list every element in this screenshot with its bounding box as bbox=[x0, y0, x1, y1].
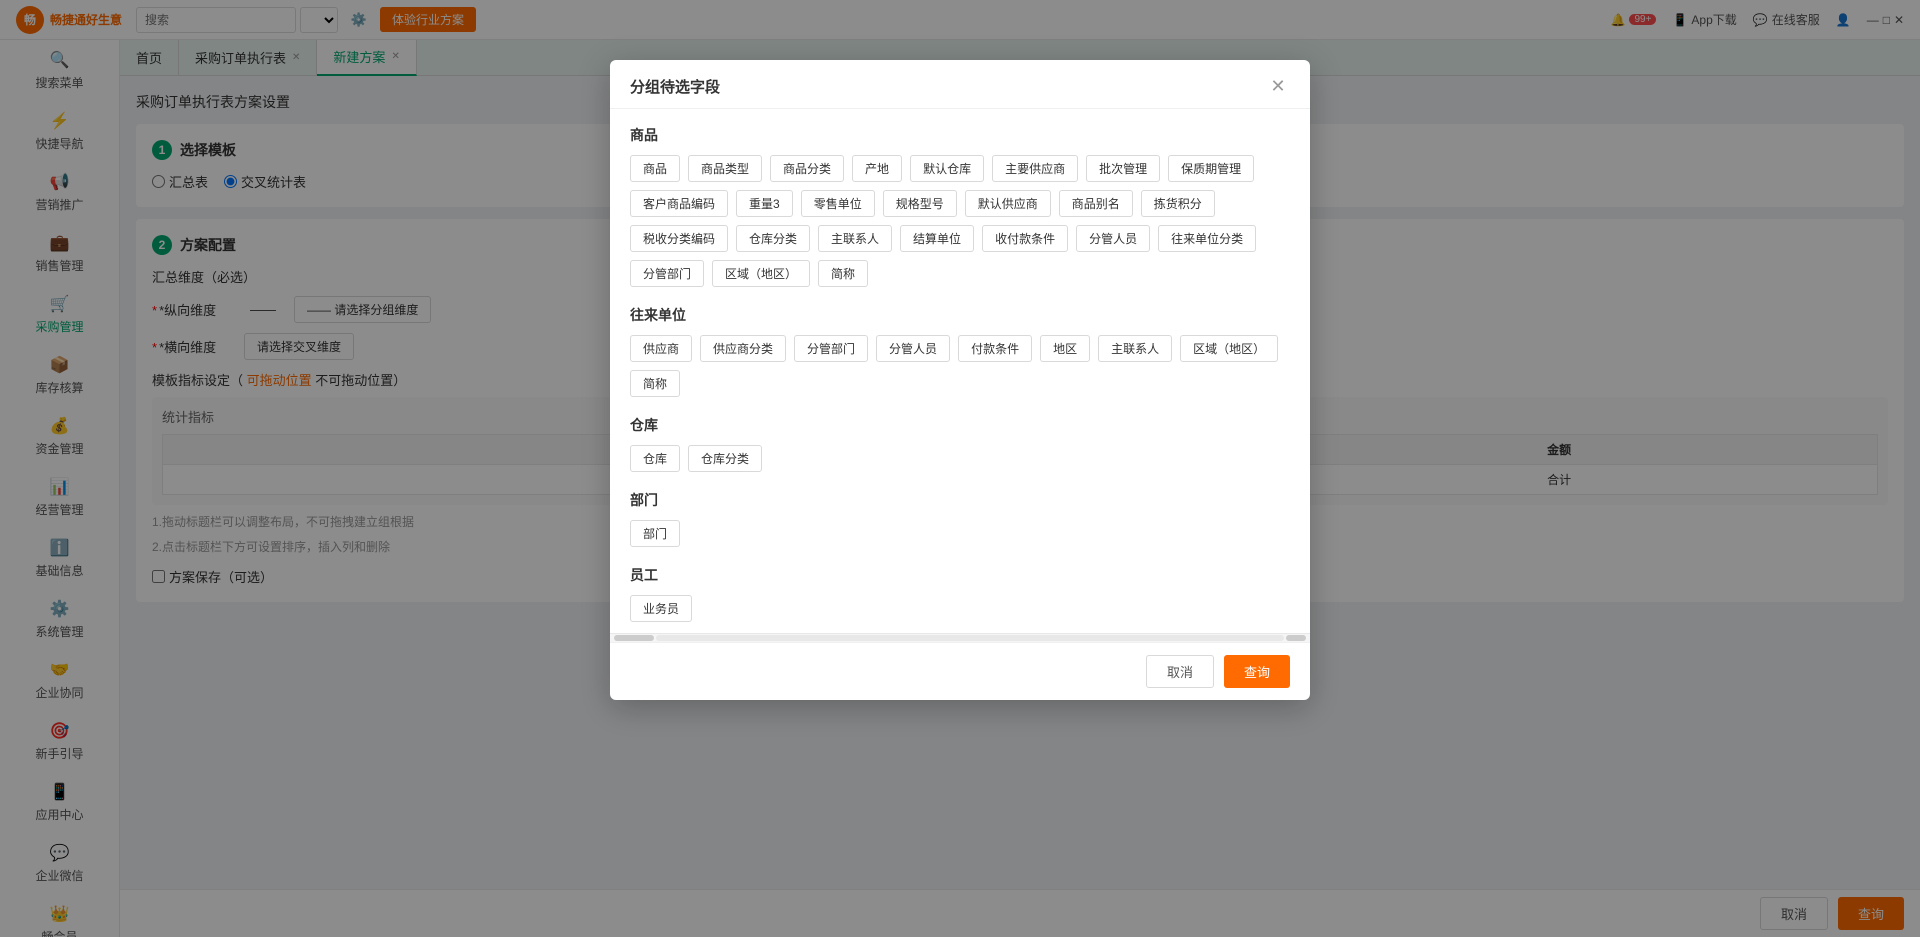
field-shelf-life[interactable]: 保质期管理 bbox=[1168, 155, 1254, 182]
section-warehouse: 仓库 仓库 仓库分类 bbox=[630, 415, 1290, 472]
field-partner-region[interactable]: 区域（地区） bbox=[1180, 335, 1278, 362]
field-goods-alias[interactable]: 商品别名 bbox=[1059, 190, 1133, 217]
section-warehouse-fields: 仓库 仓库分类 bbox=[630, 445, 1290, 472]
field-supplier-cat[interactable]: 供应商分类 bbox=[700, 335, 786, 362]
field-goods[interactable]: 商品 bbox=[630, 155, 680, 182]
dialog-hscroll[interactable] bbox=[610, 633, 1310, 642]
field-settlement-unit[interactable]: 结算单位 bbox=[900, 225, 974, 252]
field-partner-cat[interactable]: 往来单位分类 bbox=[1158, 225, 1256, 252]
section-partner-title: 往来单位 bbox=[630, 305, 1290, 325]
field-warehouse-type[interactable]: 仓库分类 bbox=[688, 445, 762, 472]
confirm-button[interactable]: 查询 bbox=[1224, 655, 1290, 688]
field-area[interactable]: 地区 bbox=[1040, 335, 1090, 362]
cancel-button[interactable]: 取消 bbox=[1146, 655, 1214, 688]
field-dept[interactable]: 分管部门 bbox=[630, 260, 704, 287]
section-dept-fields: 部门 bbox=[630, 520, 1290, 547]
dialog-title: 分组待选字段 bbox=[630, 76, 720, 97]
section-dept: 部门 部门 bbox=[630, 490, 1290, 547]
field-goods-category[interactable]: 商品分类 bbox=[770, 155, 844, 182]
field-short-name[interactable]: 简称 bbox=[818, 260, 868, 287]
field-partner-dept[interactable]: 分管部门 bbox=[794, 335, 868, 362]
field-select-dialog: 分组待选字段 ✕ 商品 商品 商品类型 商品分类 产地 默认仓库 主要供应商 批… bbox=[610, 60, 1310, 700]
dialog-close-button[interactable]: ✕ bbox=[1266, 74, 1290, 98]
field-warehouse[interactable]: 仓库 bbox=[630, 445, 680, 472]
field-supplier[interactable]: 供应商 bbox=[630, 335, 692, 362]
field-main-supplier[interactable]: 主要供应商 bbox=[992, 155, 1078, 182]
section-goods-fields: 商品 商品类型 商品分类 产地 默认仓库 主要供应商 批次管理 保质期管理 客户… bbox=[630, 155, 1290, 287]
field-manager[interactable]: 分管人员 bbox=[1076, 225, 1150, 252]
modal-overlay: 分组待选字段 ✕ 商品 商品 商品类型 商品分类 产地 默认仓库 主要供应商 批… bbox=[0, 0, 1920, 937]
section-partner-fields: 供应商 供应商分类 分管部门 分管人员 付款条件 地区 主联系人 区域（地区） … bbox=[630, 335, 1290, 397]
field-spec-model[interactable]: 规格型号 bbox=[883, 190, 957, 217]
dialog-footer: 取消 查询 bbox=[610, 642, 1310, 700]
field-region[interactable]: 区域（地区） bbox=[712, 260, 810, 287]
field-pick-points[interactable]: 拣货积分 bbox=[1141, 190, 1215, 217]
field-tax-code[interactable]: 税收分类编码 bbox=[630, 225, 728, 252]
field-salesperson[interactable]: 业务员 bbox=[630, 595, 692, 622]
section-goods-title: 商品 bbox=[630, 125, 1290, 145]
field-partner-contact[interactable]: 主联系人 bbox=[1098, 335, 1172, 362]
section-goods: 商品 商品 商品类型 商品分类 产地 默认仓库 主要供应商 批次管理 保质期管理… bbox=[630, 125, 1290, 287]
section-employee-fields: 业务员 bbox=[630, 595, 1290, 622]
dialog-body[interactable]: 商品 商品 商品类型 商品分类 产地 默认仓库 主要供应商 批次管理 保质期管理… bbox=[610, 109, 1310, 633]
field-default-supplier[interactable]: 默认供应商 bbox=[965, 190, 1051, 217]
section-employee-title: 员工 bbox=[630, 565, 1290, 585]
field-goods-type[interactable]: 商品类型 bbox=[688, 155, 762, 182]
field-payment-cond[interactable]: 付款条件 bbox=[958, 335, 1032, 362]
field-partner-short[interactable]: 简称 bbox=[630, 370, 680, 397]
section-employee: 员工 业务员 bbox=[630, 565, 1290, 622]
field-main-contact[interactable]: 主联系人 bbox=[818, 225, 892, 252]
field-department[interactable]: 部门 bbox=[630, 520, 680, 547]
section-warehouse-title: 仓库 bbox=[630, 415, 1290, 435]
field-retail-unit[interactable]: 零售单位 bbox=[801, 190, 875, 217]
dialog-header: 分组待选字段 ✕ bbox=[610, 60, 1310, 109]
field-warehouse-cat[interactable]: 仓库分类 bbox=[736, 225, 810, 252]
field-partner-manager[interactable]: 分管人员 bbox=[876, 335, 950, 362]
section-partner: 往来单位 供应商 供应商分类 分管部门 分管人员 付款条件 地区 主联系人 区域… bbox=[630, 305, 1290, 397]
field-weight3[interactable]: 重量3 bbox=[736, 190, 793, 217]
field-batch-mgmt[interactable]: 批次管理 bbox=[1086, 155, 1160, 182]
field-payment-terms[interactable]: 收付款条件 bbox=[982, 225, 1068, 252]
field-origin[interactable]: 产地 bbox=[852, 155, 902, 182]
section-dept-title: 部门 bbox=[630, 490, 1290, 510]
field-default-warehouse[interactable]: 默认仓库 bbox=[910, 155, 984, 182]
field-customer-code[interactable]: 客户商品编码 bbox=[630, 190, 728, 217]
